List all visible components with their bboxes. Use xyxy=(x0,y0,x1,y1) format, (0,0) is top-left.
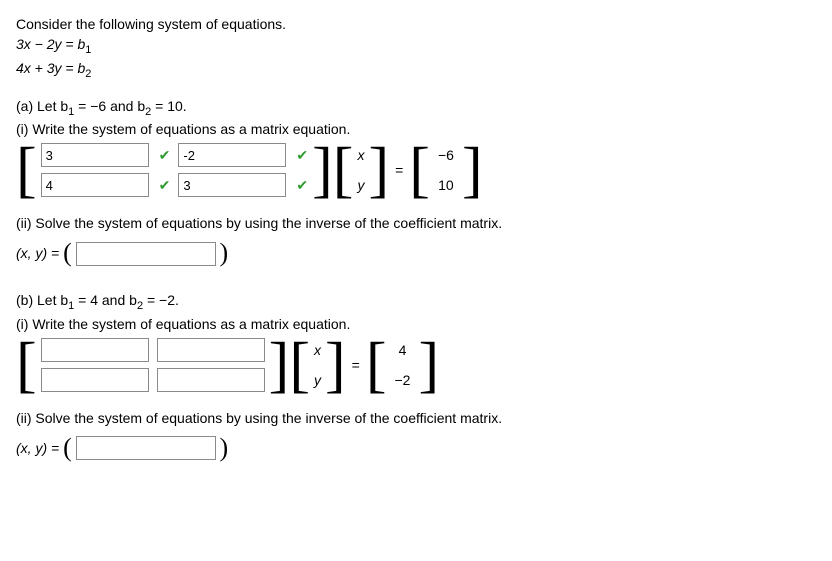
bracket-right-icon: ] xyxy=(269,343,290,387)
equation-2: 4x + 3y = b2 xyxy=(16,60,816,80)
intro-text: Consider the following system of equatio… xyxy=(16,16,816,32)
part-b-i-label: (i) Write the system of equations as a m… xyxy=(16,316,816,332)
check-icon: ✔ xyxy=(159,177,171,194)
matrix-a11-input[interactable] xyxy=(41,143,149,167)
bracket-left-icon: [ xyxy=(409,148,430,192)
paren-left-icon: ( xyxy=(63,238,72,267)
equals-sign: = xyxy=(352,357,360,373)
xy-answer-input[interactable] xyxy=(76,436,216,460)
rhs-vector: 4 −2 xyxy=(390,340,414,390)
bracket-left-icon: [ xyxy=(16,148,37,192)
paren-right-icon: ) xyxy=(220,238,229,267)
matrix-b11-input[interactable] xyxy=(41,338,149,362)
part-b-xy-answer: (x, y) = ( ) xyxy=(16,430,816,461)
equals-sign: = xyxy=(395,162,403,178)
matrix-b12-input[interactable] xyxy=(157,338,265,362)
xy-vector: x y xyxy=(357,145,364,195)
check-icon: ✔ xyxy=(296,177,308,194)
matrix-a12-input[interactable] xyxy=(178,143,286,167)
bracket-right-icon: ] xyxy=(312,148,333,192)
matrix-a22-input[interactable] xyxy=(178,173,286,197)
part-b-label: (b) Let b1 = 4 and b2 = −2. xyxy=(16,292,816,312)
paren-right-icon: ) xyxy=(220,433,229,462)
bracket-right-icon: ] xyxy=(368,148,389,192)
part-b-ii-label: (ii) Solve the system of equations by us… xyxy=(16,410,816,426)
matrix-b22-input[interactable] xyxy=(157,368,265,392)
check-icon: ✔ xyxy=(296,147,308,164)
bracket-left-icon: [ xyxy=(333,148,354,192)
part-a-ii-label: (ii) Solve the system of equations by us… xyxy=(16,215,816,231)
bracket-left-icon: [ xyxy=(16,343,37,387)
xy-vector: x y xyxy=(314,340,321,390)
part-b-matrix-equation: [ ] [ x y ] = [ 4 −2 ] xyxy=(16,338,816,392)
part-a-matrix-equation: [ ✔ ✔ ✔ ✔ ] [ x y ] = [ −6 10 ] xyxy=(16,143,816,197)
bracket-right-icon: ] xyxy=(418,343,439,387)
part-a-xy-answer: (x, y) = ( ) xyxy=(16,235,816,266)
equation-1: 3x − 2y = b1 xyxy=(16,36,816,56)
part-a-i-label: (i) Write the system of equations as a m… xyxy=(16,121,816,137)
rhs-vector: −6 10 xyxy=(434,145,458,195)
bracket-left-icon: [ xyxy=(289,343,310,387)
xy-answer-input[interactable] xyxy=(76,242,216,266)
part-a-label: (a) Let b1 = −6 and b2 = 10. xyxy=(16,98,816,118)
matrix-b21-input[interactable] xyxy=(41,368,149,392)
bracket-left-icon: [ xyxy=(366,343,387,387)
bracket-right-icon: ] xyxy=(325,343,346,387)
check-icon: ✔ xyxy=(159,147,171,164)
bracket-right-icon: ] xyxy=(462,148,483,192)
paren-left-icon: ( xyxy=(63,433,72,462)
matrix-a21-input[interactable] xyxy=(41,173,149,197)
